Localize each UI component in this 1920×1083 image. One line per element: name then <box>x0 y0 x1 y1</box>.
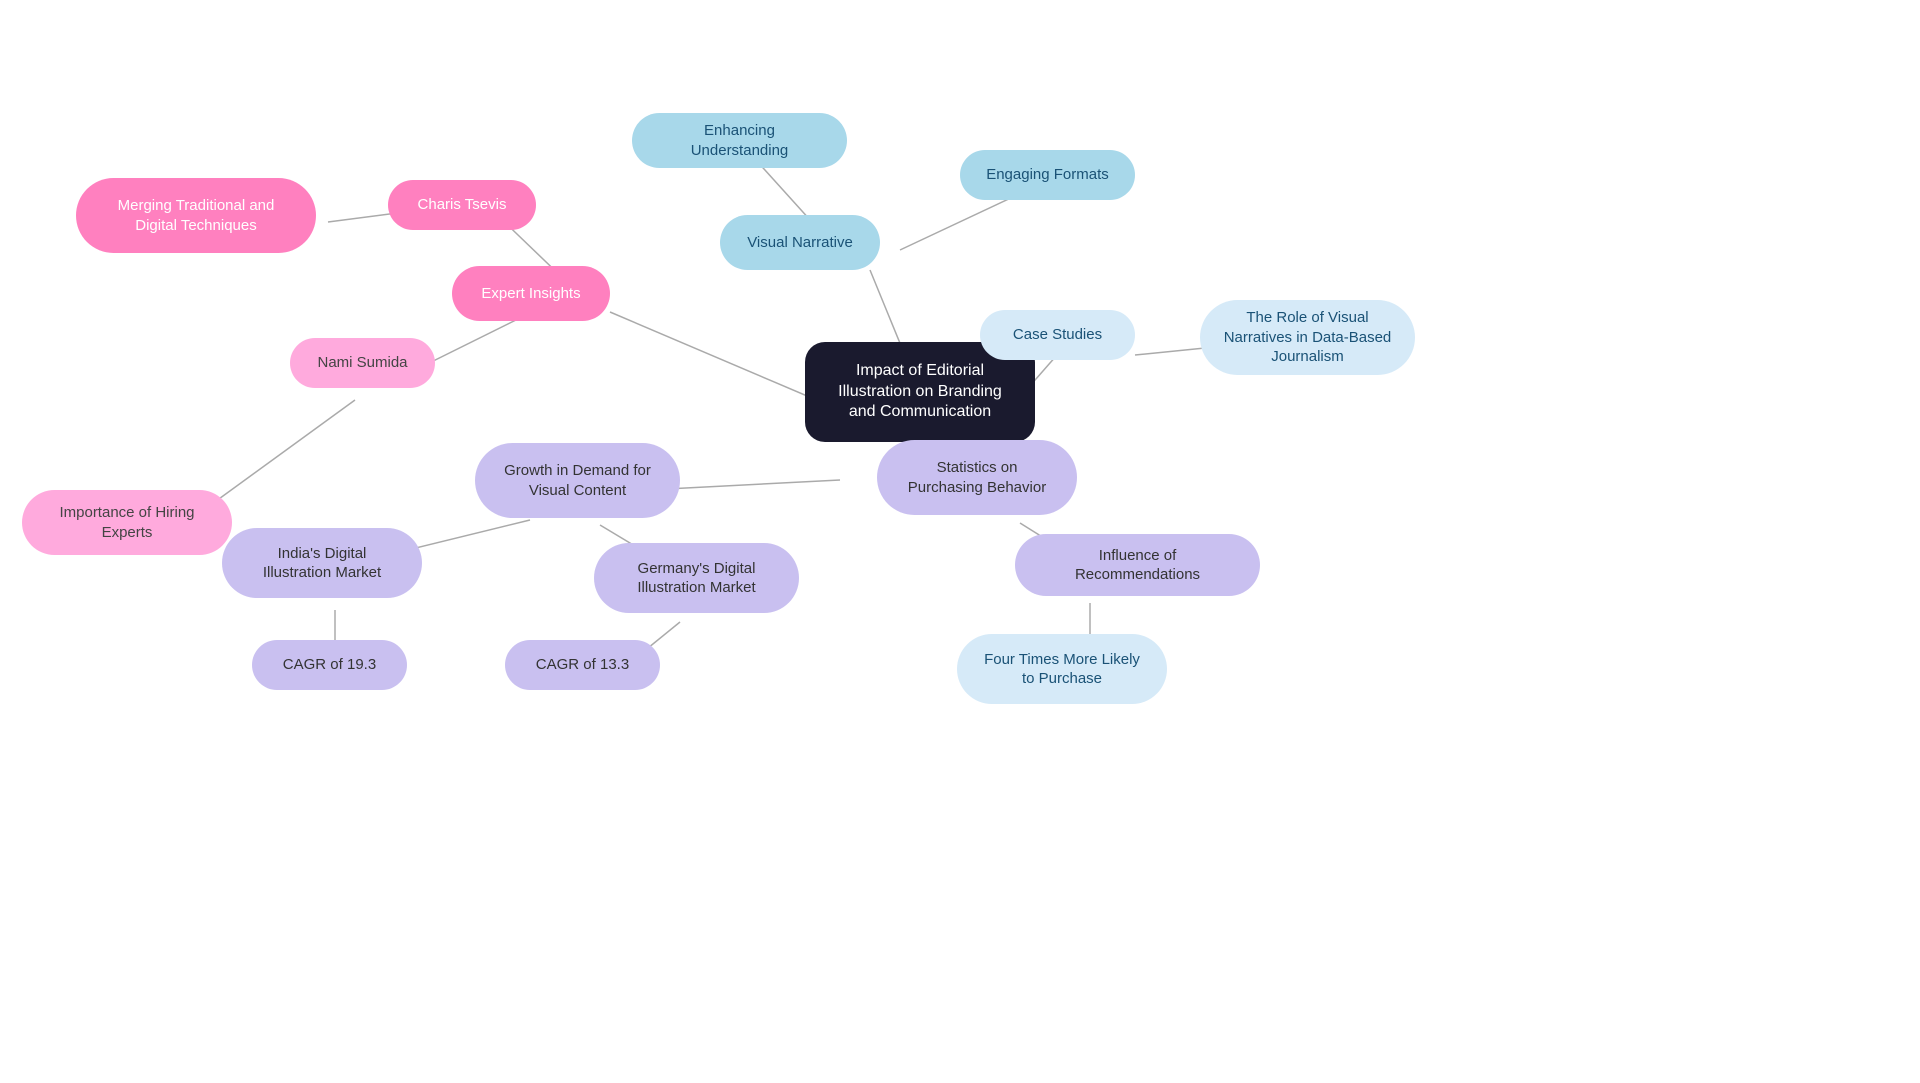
statistics-purchasing-node: Statistics on Purchasing Behavior <box>877 440 1077 515</box>
engaging-formats-node: Engaging Formats <box>960 150 1135 200</box>
charis-tsevis-node: Charis Tsevis <box>388 180 536 230</box>
cagr-germany-node: CAGR of 13.3 <box>505 640 660 690</box>
case-studies-node: Case Studies <box>980 310 1135 360</box>
influence-recommendations-node: Influence of Recommendations <box>1015 534 1260 596</box>
role-visual-narratives-node: The Role of Visual Narratives in Data-Ba… <box>1200 300 1415 375</box>
importance-hiring-experts-node: Importance of Hiring Experts <box>22 490 232 555</box>
growth-demand-node: Growth in Demand for Visual Content <box>475 443 680 518</box>
enhancing-understanding-node: Enhancing Understanding <box>632 113 847 168</box>
nami-sumida-node: Nami Sumida <box>290 338 435 388</box>
germany-market-node: Germany's Digital Illustration Market <box>594 543 799 613</box>
merging-traditional-node: Merging Traditional and Digital Techniqu… <box>76 178 316 253</box>
visual-narrative-node: Visual Narrative <box>720 215 880 270</box>
four-times-node: Four Times More Likely to Purchase <box>957 634 1167 704</box>
cagr-india-node: CAGR of 19.3 <box>252 640 407 690</box>
expert-insights-node: Expert Insights <box>452 266 610 321</box>
india-market-node: India's Digital Illustration Market <box>222 528 422 598</box>
